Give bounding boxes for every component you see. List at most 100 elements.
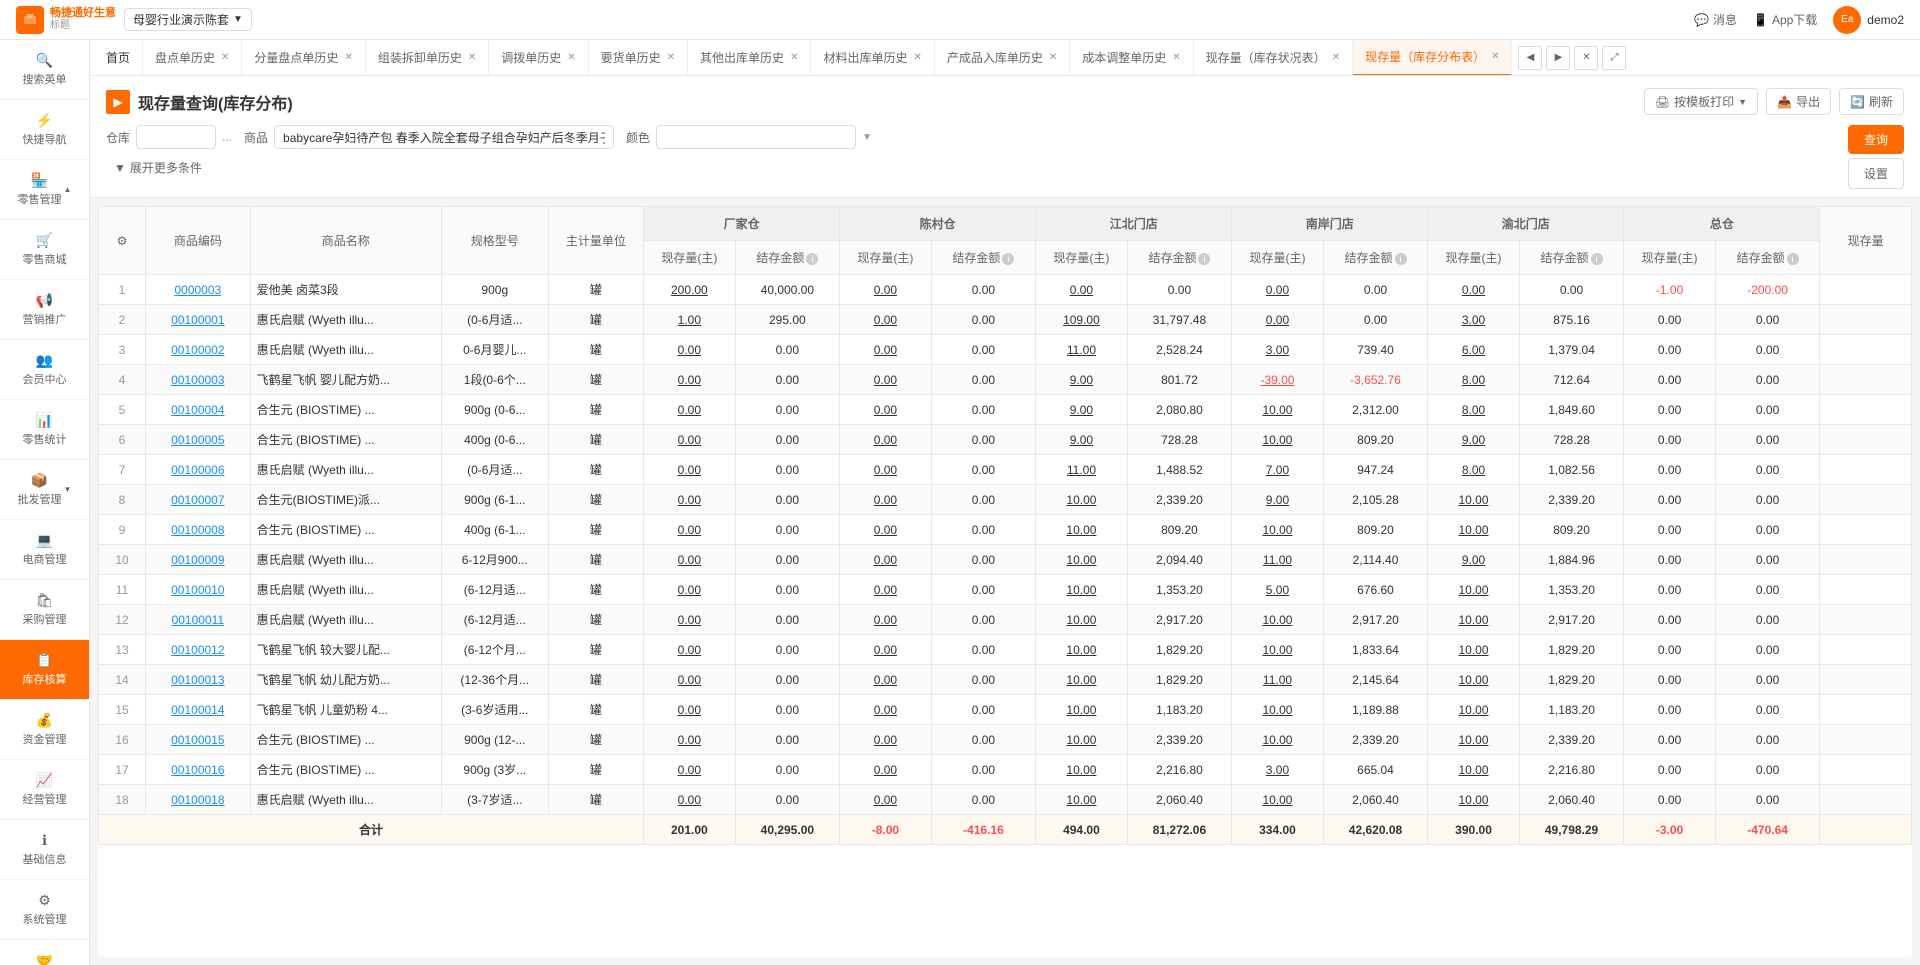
sidebar-item-basics[interactable]: ℹ 基础信息 (0, 820, 89, 880)
cell-yubei-amount: 0.00 (1519, 275, 1624, 305)
search-btn[interactable]: 查询 (1848, 125, 1904, 154)
cell-yubei-stock: 10.00 (1428, 605, 1519, 635)
tab-assemble[interactable]: 组装拆卸单历史 ✕ (366, 40, 489, 76)
tab-close-icon[interactable]: ✕ (1049, 52, 1057, 63)
tab-transfer[interactable]: 调拨单历史 ✕ (489, 40, 588, 76)
tab-close-icon[interactable]: ✕ (790, 52, 798, 63)
cell-chen-amount: 0.00 (931, 395, 1036, 425)
sidebar-item-collab[interactable]: 🤝 企业协同 (0, 940, 89, 965)
tab-close-icon[interactable]: ✕ (913, 52, 921, 63)
logo-area: 畅捷通好生意 标题 (16, 6, 116, 34)
sidebar-item-search[interactable]: 🔍 搜索英单 (0, 40, 89, 100)
cell-chen-amount: 0.00 (931, 455, 1036, 485)
warehouse-picker-btn[interactable]: ... (222, 130, 232, 144)
product-input[interactable] (274, 125, 614, 149)
cell-nanan-stock: 10.00 (1232, 785, 1323, 815)
cell-nanan-stock: 3.00 (1232, 755, 1323, 785)
tab-stockcount[interactable]: 盘点单历史 ✕ (143, 40, 242, 76)
cell-nanan-stock: 9.00 (1232, 485, 1323, 515)
cell-chen-stock: 0.00 (840, 755, 931, 785)
cell-chen-stock: 0.00 (840, 485, 931, 515)
operation-icon: 📈 (4, 772, 85, 789)
tab-outbound[interactable]: 其他出库单历史 ✕ (688, 40, 811, 76)
cell-yubei-amount: 809.20 (1519, 515, 1624, 545)
info-icon[interactable]: i (1395, 253, 1407, 265)
summary-factory-amount: 40,295.00 (735, 815, 840, 845)
tab-product-inbound[interactable]: 产成品入库单历史 ✕ (935, 40, 1070, 76)
tab-close-icon[interactable]: ✕ (667, 52, 675, 63)
cell-factory-amount: 0.00 (735, 785, 840, 815)
info-icon[interactable]: i (1787, 253, 1799, 265)
tab-cost-adjust[interactable]: 成本调整单历史 ✕ (1070, 40, 1193, 76)
tab-close-icon[interactable]: ✕ (221, 52, 229, 63)
cell-seq: 11 (99, 575, 146, 605)
tab-partcount[interactable]: 分量盘点单历史 ✕ (242, 40, 365, 76)
tab-close-icon[interactable]: ✕ (1332, 52, 1340, 63)
sidebar-item-operation[interactable]: 📈 经营管理 (0, 760, 89, 820)
tab-close-icon[interactable]: ✕ (1491, 51, 1499, 62)
tab-close-icon[interactable]: ✕ (344, 52, 352, 63)
tab-stock-status[interactable]: 现存量（库存状况表） ✕ (1194, 40, 1353, 76)
sidebar-item-finance[interactable]: 💰 资金管理 (0, 700, 89, 760)
sidebar-item-retail-stats[interactable]: 📊 零售统计 (0, 400, 89, 460)
sidebar-item-inventory[interactable]: 📋 库存核算 (0, 640, 89, 700)
tab-next-btn[interactable]: ▶ (1546, 46, 1570, 70)
tab-home[interactable]: 首页 (94, 40, 143, 76)
cell-yubei-stock: 10.00 (1428, 755, 1519, 785)
sidebar-item-marketing[interactable]: 📢 营销推广 (0, 280, 89, 340)
info-icon[interactable]: i (806, 253, 818, 265)
print-btn[interactable]: 🖨 按模板打印 ▼ (1644, 88, 1758, 115)
industry-select[interactable]: 母婴行业演示陈套 ▼ (124, 8, 252, 31)
tab-close-icon[interactable]: ✕ (567, 52, 575, 63)
sidebar-item-ecommerce[interactable]: 💻 电商管理 (0, 520, 89, 580)
info-icon[interactable]: i (1002, 253, 1014, 265)
cell-nanan-stock: 10.00 (1232, 635, 1323, 665)
cell-total-stock: 0.00 (1624, 605, 1715, 635)
cell-current (1820, 455, 1912, 485)
tab-prev-btn[interactable]: ◀ (1518, 46, 1542, 70)
marketing-icon: 📢 (4, 292, 85, 309)
export-btn[interactable]: 📤 导出 (1766, 88, 1831, 115)
tab-close-icon[interactable]: ✕ (468, 52, 476, 63)
sidebar-item-system[interactable]: ⚙ 系统管理 (0, 880, 89, 940)
cell-nanan-amount: 2,114.40 (1323, 545, 1428, 575)
tab-material[interactable]: 材料出库单历史 ✕ (811, 40, 934, 76)
cell-yubei-stock: 10.00 (1428, 785, 1519, 815)
tab-stock-dist[interactable]: 现存量（库存分布表） ✕ (1353, 40, 1512, 76)
collapse-btn[interactable]: ▶ (106, 90, 130, 114)
th-total-stock: 现存量(主) (1624, 241, 1715, 275)
tab-close-icon[interactable]: ✕ (1172, 52, 1180, 63)
cell-chen-amount: 0.00 (931, 665, 1036, 695)
cell-total-stock: 0.00 (1624, 425, 1715, 455)
ecommerce-icon: 💻 (4, 532, 85, 549)
color-input[interactable] (656, 125, 856, 149)
cell-jiangbei-amount: 728.28 (1127, 425, 1232, 455)
cell-jiangbei-amount: 2,080.80 (1127, 395, 1232, 425)
cell-name: 合生元 (BIOSTIME) ... (250, 515, 441, 545)
sidebar-item-purchase[interactable]: 🛍 采购管理 (0, 580, 89, 640)
sidebar-item-quicknav[interactable]: ⚡ 快捷导航 (0, 100, 89, 160)
refresh-btn[interactable]: 🔄 刷新 (1839, 88, 1904, 115)
warehouse-input[interactable] (136, 125, 216, 149)
settings-btn[interactable]: 设置 (1848, 158, 1904, 189)
message-btn[interactable]: 💬 消息 (1694, 11, 1737, 28)
sidebar-item-member[interactable]: 👥 会员中心 (0, 340, 89, 400)
info-icon[interactable]: i (1591, 253, 1603, 265)
user-area[interactable]: Ea demo2 (1833, 6, 1904, 34)
sidebar-item-retail[interactable]: 🏪 零售管理 ▲ (0, 160, 89, 220)
info-icon[interactable]: i (1198, 253, 1210, 265)
sidebar-item-mall[interactable]: 🛒 零售商城 (0, 220, 89, 280)
app-download-btn[interactable]: 📱 App下载 (1753, 11, 1817, 28)
cell-jiangbei-amount: 2,216.80 (1127, 755, 1232, 785)
cell-yubei-stock: 8.00 (1428, 395, 1519, 425)
sidebar-item-wholesale[interactable]: 📦 批发管理 ▼ (0, 460, 89, 520)
cell-chen-stock: 0.00 (840, 395, 931, 425)
expand-conditions-btn[interactable]: ▼ 展开更多条件 (106, 155, 210, 180)
table-container[interactable]: ⚙ 商品编码 商品名称 规格型号 主计量单位 厂家仓 陈村仓 江北门店 南岸门店… (98, 206, 1912, 957)
tab-close-all-btn[interactable]: ✕ (1574, 46, 1598, 70)
cell-yubei-stock: 0.00 (1428, 275, 1519, 305)
tab-maximize-btn[interactable]: ⤢ (1602, 46, 1626, 70)
cell-current (1820, 755, 1912, 785)
tab-order[interactable]: 要货单历史 ✕ (589, 40, 688, 76)
stats-icon: 📊 (4, 412, 85, 429)
